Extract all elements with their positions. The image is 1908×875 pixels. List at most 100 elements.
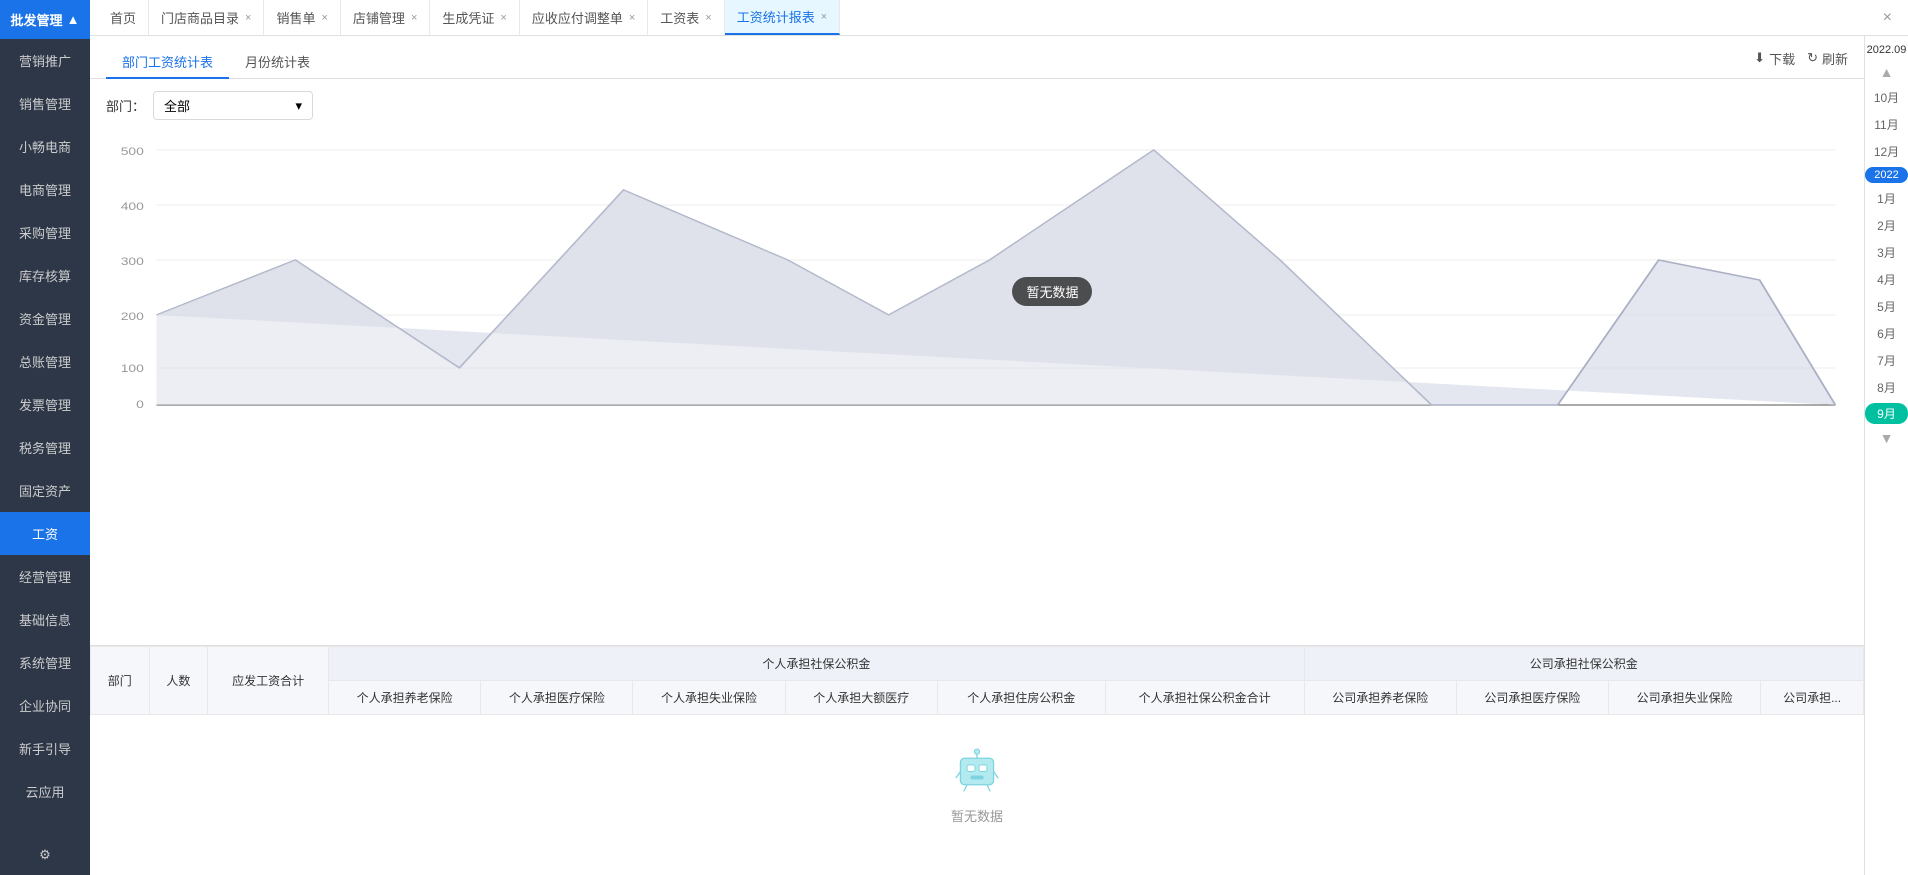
th-personal-large-medical: 个人承担大额医疗 xyxy=(785,681,937,715)
sidebar-title: 批发管理 xyxy=(11,10,63,29)
tab-adjustment[interactable]: 应收应付调整单 × xyxy=(520,0,648,35)
sidebar-item-marketing[interactable]: 营销推广 xyxy=(0,39,90,82)
sidebar-item-payroll[interactable]: 工资 xyxy=(0,512,90,555)
th-personal-unemployment: 个人承担失业保险 xyxy=(633,681,785,715)
tab-close-shop[interactable]: × xyxy=(411,12,417,24)
table-wrapper[interactable]: 部门 人数 应发工资合计 个人承担社保公积金 公司承担社保公积金 个人承担养老保… xyxy=(90,646,1864,875)
th-personal-group: 个人承担社保公积金 xyxy=(329,647,1305,681)
th-total: 应发工资合计 xyxy=(208,647,329,715)
timeline-aug[interactable]: 8月 xyxy=(1865,374,1908,401)
table-section: 部门 人数 应发工资合计 个人承担社保公积金 公司承担社保公积金 个人承担养老保… xyxy=(90,645,1864,875)
tab-shop[interactable]: 店铺管理 × xyxy=(341,0,430,35)
close-all-tabs-button[interactable]: × xyxy=(1875,9,1900,27)
svg-text:100: 100 xyxy=(121,362,144,374)
th-company-unemployment: 公司承担失业保险 xyxy=(1608,681,1760,715)
page-body: 部门工资统计表 月份统计表 ⬇ 下载 ↻ 刷新 xyxy=(90,36,1864,875)
chart-container: 500 400 300 200 100 0 xyxy=(90,132,1864,645)
th-personal-housing: 个人承担住房公积金 xyxy=(937,681,1105,715)
timeline-jun[interactable]: 6月 xyxy=(1865,320,1908,347)
timeline-may[interactable]: 5月 xyxy=(1865,293,1908,320)
tab-close-payroll[interactable]: × xyxy=(705,12,711,24)
toolbar: ⬇ 下载 ↻ 刷新 xyxy=(1754,49,1848,76)
timeline-feb[interactable]: 2月 xyxy=(1865,212,1908,239)
filter-row: 部门： 全部 ▾ xyxy=(90,79,1864,132)
sub-tab-monthly[interactable]: 月份统计表 xyxy=(229,46,326,79)
th-personal-total: 个人承担社保公积金合计 xyxy=(1105,681,1304,715)
sidebar-item-collaboration[interactable]: 企业协同 xyxy=(0,684,90,727)
timeline-sep[interactable]: 9月 xyxy=(1865,403,1908,424)
th-count: 人数 xyxy=(149,647,208,715)
th-personal-medical: 个人承担医疗保险 xyxy=(481,681,633,715)
sidebar-item-ecommerce-small[interactable]: 小畅电商 xyxy=(0,125,90,168)
sidebar-item-finance[interactable]: 资金管理 xyxy=(0,297,90,340)
sidebar-item-invoice[interactable]: 发票管理 xyxy=(0,383,90,426)
empty-robot-icon xyxy=(942,745,1012,798)
svg-text:0: 0 xyxy=(136,398,144,410)
timeline-apr[interactable]: 4月 xyxy=(1865,266,1908,293)
tabs-bar: 首页 门店商品目录 × 销售单 × 店铺管理 × 生成凭证 × 应收应付调整单 … xyxy=(90,0,1908,36)
tab-close-adjustment[interactable]: × xyxy=(629,12,635,24)
main-area: 首页 门店商品目录 × 销售单 × 店铺管理 × 生成凭证 × 应收应付调整单 … xyxy=(90,0,1908,875)
sidebar-item-assets[interactable]: 固定资产 xyxy=(0,469,90,512)
chart-tooltip: 暂无数据 xyxy=(1012,277,1092,306)
sidebar: 批发管理 ▲ 营销推广 销售管理 小畅电商 电商管理 采购管理 库存核算 资金管… xyxy=(0,0,90,875)
timeline-year-2022[interactable]: 2022 xyxy=(1865,167,1908,183)
timeline-jul[interactable]: 7月 xyxy=(1865,347,1908,374)
chevron-down-icon: ▾ xyxy=(295,98,302,114)
sidebar-item-sales[interactable]: 销售管理 xyxy=(0,82,90,125)
refresh-button[interactable]: ↻ 刷新 xyxy=(1807,49,1848,68)
tab-payroll-report[interactable]: 工资统计报表 × xyxy=(725,0,840,35)
tab-home[interactable]: 首页 xyxy=(98,0,149,35)
timeline-jan[interactable]: 1月 xyxy=(1865,185,1908,212)
timeline-header: 2022.09 xyxy=(1865,40,1908,60)
download-button[interactable]: ⬇ 下载 xyxy=(1754,49,1795,68)
timeline-down-button[interactable]: ▼ xyxy=(1876,426,1898,450)
tab-store-catalog[interactable]: 门店商品目录 × xyxy=(149,0,264,35)
tab-sales[interactable]: 销售单 × xyxy=(264,0,340,35)
timeline-dec[interactable]: 12月 xyxy=(1865,138,1908,165)
tab-close-sales[interactable]: × xyxy=(321,12,327,24)
tab-close-store-catalog[interactable]: × xyxy=(245,12,251,24)
content-area: 部门工资统计表 月份统计表 ⬇ 下载 ↻ 刷新 xyxy=(90,36,1908,875)
payroll-table: 部门 人数 应发工资合计 个人承担社保公积金 公司承担社保公积金 个人承担养老保… xyxy=(90,646,1864,715)
sidebar-item-purchase[interactable]: 采购管理 xyxy=(0,211,90,254)
settings-icon: ⚙ xyxy=(39,847,51,862)
svg-text:500: 500 xyxy=(121,145,144,157)
sub-tabs-bar: 部门工资统计表 月份统计表 ⬇ 下载 ↻ 刷新 xyxy=(90,36,1864,79)
sidebar-item-guide[interactable]: 新手引导 xyxy=(0,727,90,770)
sidebar-settings[interactable]: ⚙ xyxy=(0,835,90,875)
timeline-nov[interactable]: 11月 xyxy=(1865,111,1908,138)
th-company-more: 公司承担... xyxy=(1761,681,1864,715)
department-select-value: 全部 xyxy=(164,96,190,115)
sidebar-expand-icon: ▲ xyxy=(67,12,80,27)
sidebar-header[interactable]: 批发管理 ▲ xyxy=(0,0,90,39)
sidebar-item-ledger[interactable]: 总账管理 xyxy=(0,340,90,383)
refresh-icon: ↻ xyxy=(1807,50,1818,66)
th-company-medical: 公司承担医疗保险 xyxy=(1456,681,1608,715)
th-personal-pension: 个人承担养老保险 xyxy=(329,681,481,715)
tab-payroll[interactable]: 工资表 × xyxy=(648,0,724,35)
empty-text: 暂无数据 xyxy=(951,806,1003,825)
sidebar-item-basic-info[interactable]: 基础信息 xyxy=(0,598,90,641)
timeline-oct[interactable]: 10月 xyxy=(1865,84,1908,111)
sidebar-item-tax[interactable]: 税务管理 xyxy=(0,426,90,469)
tab-close-voucher[interactable]: × xyxy=(500,12,506,24)
timeline-up-button[interactable]: ▲ xyxy=(1876,60,1898,84)
timeline-mar[interactable]: 3月 xyxy=(1865,239,1908,266)
sidebar-item-inventory[interactable]: 库存核算 xyxy=(0,254,90,297)
department-select[interactable]: 全部 ▾ xyxy=(153,91,313,120)
timeline-panel: 2022.09 ▲ 10月 11月 12月 2022 1月 2月 3月 xyxy=(1864,36,1908,875)
filter-dept-label: 部门： xyxy=(106,96,145,115)
th-company-pension: 公司承担养老保险 xyxy=(1304,681,1456,715)
sidebar-item-ecommerce[interactable]: 电商管理 xyxy=(0,168,90,211)
table-empty-state: 暂无数据 xyxy=(90,715,1864,855)
th-company-group: 公司承担社保公积金 xyxy=(1304,647,1863,681)
sidebar-item-system[interactable]: 系统管理 xyxy=(0,641,90,684)
sidebar-item-operations[interactable]: 经营管理 xyxy=(0,555,90,598)
th-dept: 部门 xyxy=(91,647,150,715)
sidebar-item-cloud[interactable]: 云应用 xyxy=(0,770,90,813)
svg-text:200: 200 xyxy=(121,310,144,322)
tab-close-payroll-report[interactable]: × xyxy=(821,11,827,23)
sub-tab-department[interactable]: 部门工资统计表 xyxy=(106,46,229,79)
tab-voucher[interactable]: 生成凭证 × xyxy=(430,0,519,35)
